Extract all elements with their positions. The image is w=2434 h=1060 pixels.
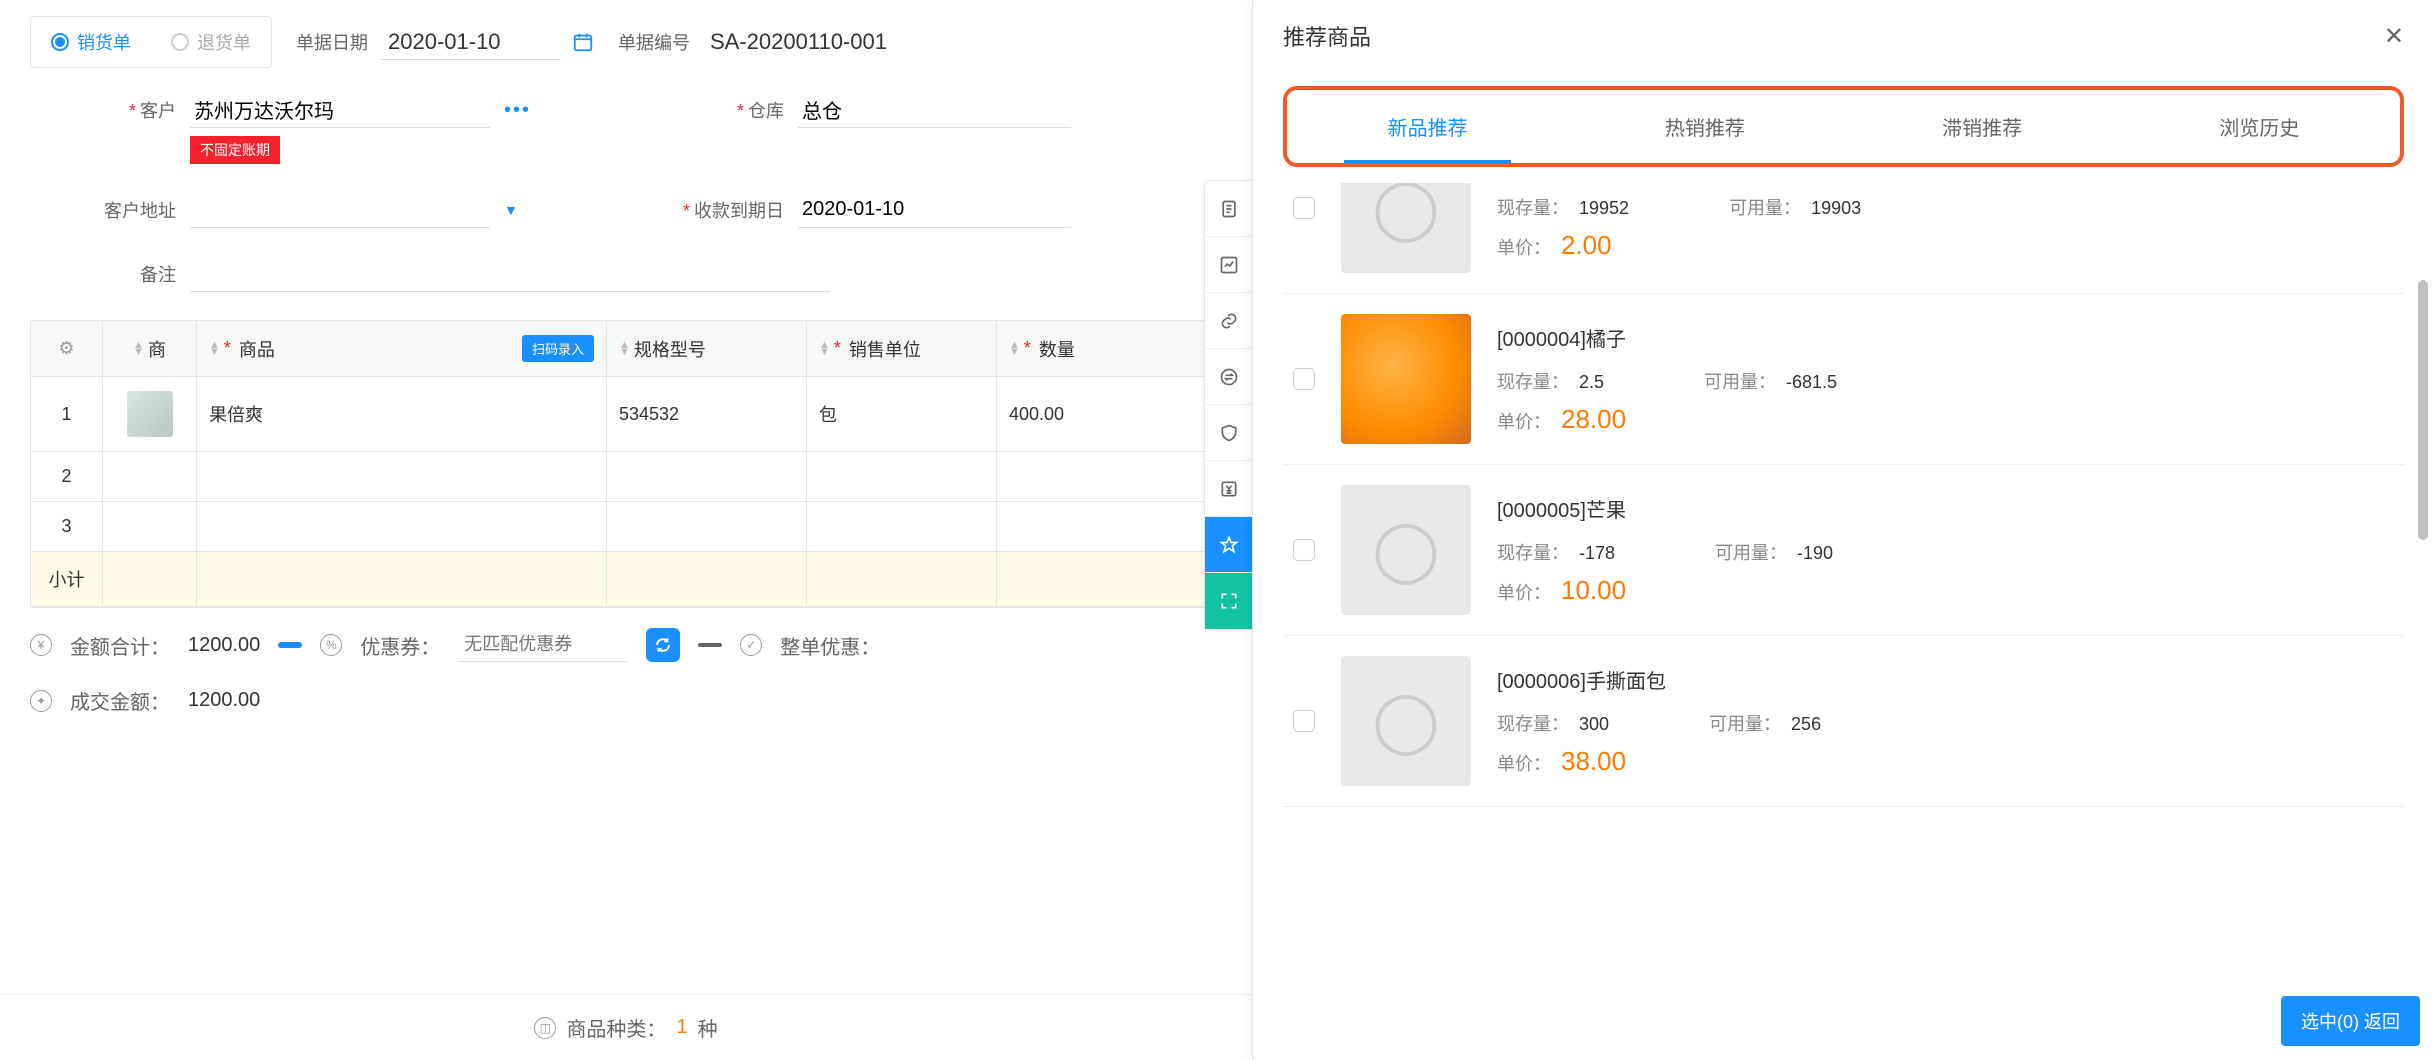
product-thumb (127, 391, 173, 437)
tool-expand-icon[interactable] (1205, 573, 1253, 629)
panel-title: 推荐商品 (1283, 20, 1371, 52)
subtotal-row: 小计 (31, 552, 1221, 607)
warehouse-field: *仓库 (674, 92, 1222, 128)
tab-return-order[interactable]: 退货单 (151, 17, 271, 67)
coupon-icon: % (320, 634, 342, 656)
chevron-down-icon[interactable]: ▼ (504, 202, 518, 218)
recommend-tabs-highlight: 新品推荐 热销推荐 滞销推荐 浏览历史 (1283, 86, 2404, 167)
scan-entry-button[interactable]: 扫码录入 (522, 335, 594, 362)
product-thumb: ◯ (1341, 183, 1471, 273)
summary-bar: ¥ 金额合计： 1200.00 % 优惠券： ✓ 整单优惠： (30, 628, 1222, 662)
list-item[interactable]: ◯ [0000005]芒果 现存量：-178 可用量：-190 单价：10.00 (1283, 465, 2404, 636)
yen-icon: ¥ (30, 634, 52, 656)
cube-icon: ◫ (534, 1017, 556, 1039)
tab-browse-history[interactable]: 浏览历史 (2121, 92, 2398, 161)
scrollbar[interactable] (2418, 200, 2428, 960)
col-unit[interactable]: ▲▼*销售单位 (807, 321, 997, 376)
panel-footer: 选中(0) 返回 (2281, 996, 2420, 1046)
tab-label: 销货单 (77, 29, 131, 55)
gear-icon[interactable]: ⚙ (58, 338, 74, 359)
dash-icon (278, 642, 302, 648)
tool-link-icon[interactable] (1205, 293, 1253, 349)
list-item[interactable]: ◯ 250ml 现存量：19952 可用量：19903 单价：2.00 (1283, 183, 2404, 294)
customer-input[interactable] (190, 92, 490, 128)
doc-no-field: 单据编号 SA-20200110-001 (618, 25, 895, 59)
list-item[interactable]: [0000004]橘子 现存量：2.5 可用量：-681.5 单价：28.00 (1283, 294, 2404, 465)
recommend-tabs: 新品推荐 热销推荐 滞销推荐 浏览历史 (1289, 92, 2398, 161)
col-img[interactable]: ▲▼商 (103, 321, 197, 376)
coupon-input[interactable] (458, 628, 628, 662)
tab-label: 退货单 (197, 29, 251, 55)
col-product[interactable]: ▲▼*商品扫码录入 (197, 321, 607, 376)
deal-amount-row: ✦ 成交金额： 1200.00 (30, 686, 1222, 715)
checkbox[interactable] (1293, 368, 1315, 390)
remark-input[interactable] (190, 256, 830, 292)
customer-field: *客户 ••• (66, 92, 614, 128)
calendar-icon[interactable] (572, 31, 594, 53)
address-input[interactable] (190, 192, 490, 228)
tool-yen-icon[interactable] (1205, 461, 1253, 517)
radio-icon (51, 33, 69, 51)
tab-sale-order[interactable]: 销货单 (31, 17, 151, 67)
table-row[interactable]: 3 (31, 502, 1221, 552)
col-qty[interactable]: ▲▼*数量 (997, 321, 1117, 376)
doc-date-field: 单据日期 2020-01-10 (296, 25, 594, 60)
select-return-button[interactable]: 选中(0) 返回 (2281, 996, 2420, 1046)
due-date-input[interactable] (798, 192, 1071, 228)
tool-star-icon[interactable] (1205, 517, 1253, 573)
scrollbar-thumb[interactable] (2418, 280, 2428, 540)
remark-field: 备注 (66, 256, 830, 292)
table-row[interactable]: 1 果倍爽 534532 包 400.00 (31, 377, 1221, 452)
due-date-field: *收款到期日 (674, 192, 1222, 228)
doc-no-value: SA-20200110-001 (702, 25, 895, 59)
dash-icon (698, 643, 722, 647)
tab-slow-recommend[interactable]: 滞销推荐 (1844, 92, 2121, 161)
refresh-button[interactable] (646, 628, 680, 662)
radio-icon (171, 33, 189, 51)
more-dots-icon[interactable]: ••• (504, 99, 531, 122)
warehouse-input[interactable] (798, 92, 1071, 128)
tool-swap-icon[interactable] (1205, 349, 1253, 405)
grid-header: ⚙ ▲▼商 ▲▼*商品扫码录入 ▲▼规格型号 ▲▼*销售单位 ▲▼*数量 (31, 321, 1221, 377)
tool-chart-icon[interactable] (1205, 237, 1253, 293)
doc-date-input[interactable]: 2020-01-10 (380, 25, 560, 60)
checkbox[interactable] (1293, 710, 1315, 732)
main-form-area: 销货单 退货单 单据日期 2020-01-10 单据编号 SA-20200110… (0, 0, 1252, 1060)
close-icon[interactable]: ✕ (2384, 22, 2404, 51)
label: 单据日期 (296, 29, 368, 55)
deal-icon: ✦ (30, 690, 52, 712)
panel-header: 推荐商品 ✕ (1253, 0, 2434, 72)
tab-hot-recommend[interactable]: 热销推荐 (1566, 92, 1843, 161)
line-items-grid: ⚙ ▲▼商 ▲▼*商品扫码录入 ▲▼规格型号 ▲▼*销售单位 ▲▼*数量 1 果… (30, 320, 1222, 608)
list-item[interactable]: ◯ [0000006]手撕面包 现存量：300 可用量：256 单价：38.00 (1283, 636, 2404, 807)
label: 单据编号 (618, 29, 690, 55)
account-period-badge: 不固定账期 (190, 136, 280, 164)
checkbox[interactable] (1293, 197, 1315, 219)
checkbox[interactable] (1293, 539, 1315, 561)
product-thumb: ◯ (1341, 656, 1471, 786)
top-row: 销货单 退货单 单据日期 2020-01-10 单据编号 SA-20200110… (30, 16, 1222, 68)
product-thumb (1341, 314, 1471, 444)
tool-shield-icon[interactable] (1205, 405, 1253, 461)
recommend-panel: 推荐商品 ✕ 新品推荐 热销推荐 滞销推荐 浏览历史 ◯ 250ml 现存量：1… (1252, 0, 2434, 1060)
recommend-list[interactable]: ◯ 250ml 现存量：19952 可用量：19903 单价：2.00 [000… (1283, 183, 2404, 943)
address-field: 客户地址 ▼ (66, 192, 614, 228)
side-toolbar (1204, 180, 1252, 630)
tool-doc-icon[interactable] (1205, 181, 1253, 237)
table-row[interactable]: 2 (31, 452, 1221, 502)
doc-type-tabs: 销货单 退货单 (30, 16, 272, 68)
footer-bar: ◫ 商品种类： 1 种 (0, 994, 1252, 1060)
tab-new-recommend[interactable]: 新品推荐 (1289, 92, 1566, 161)
form-section: *客户 ••• 不固定账期 *仓库 客户地址 ▼ *收款到期日 (66, 92, 1222, 292)
product-thumb: ◯ (1341, 485, 1471, 615)
discount-icon: ✓ (740, 634, 762, 656)
col-spec[interactable]: ▲▼规格型号 (607, 321, 807, 376)
